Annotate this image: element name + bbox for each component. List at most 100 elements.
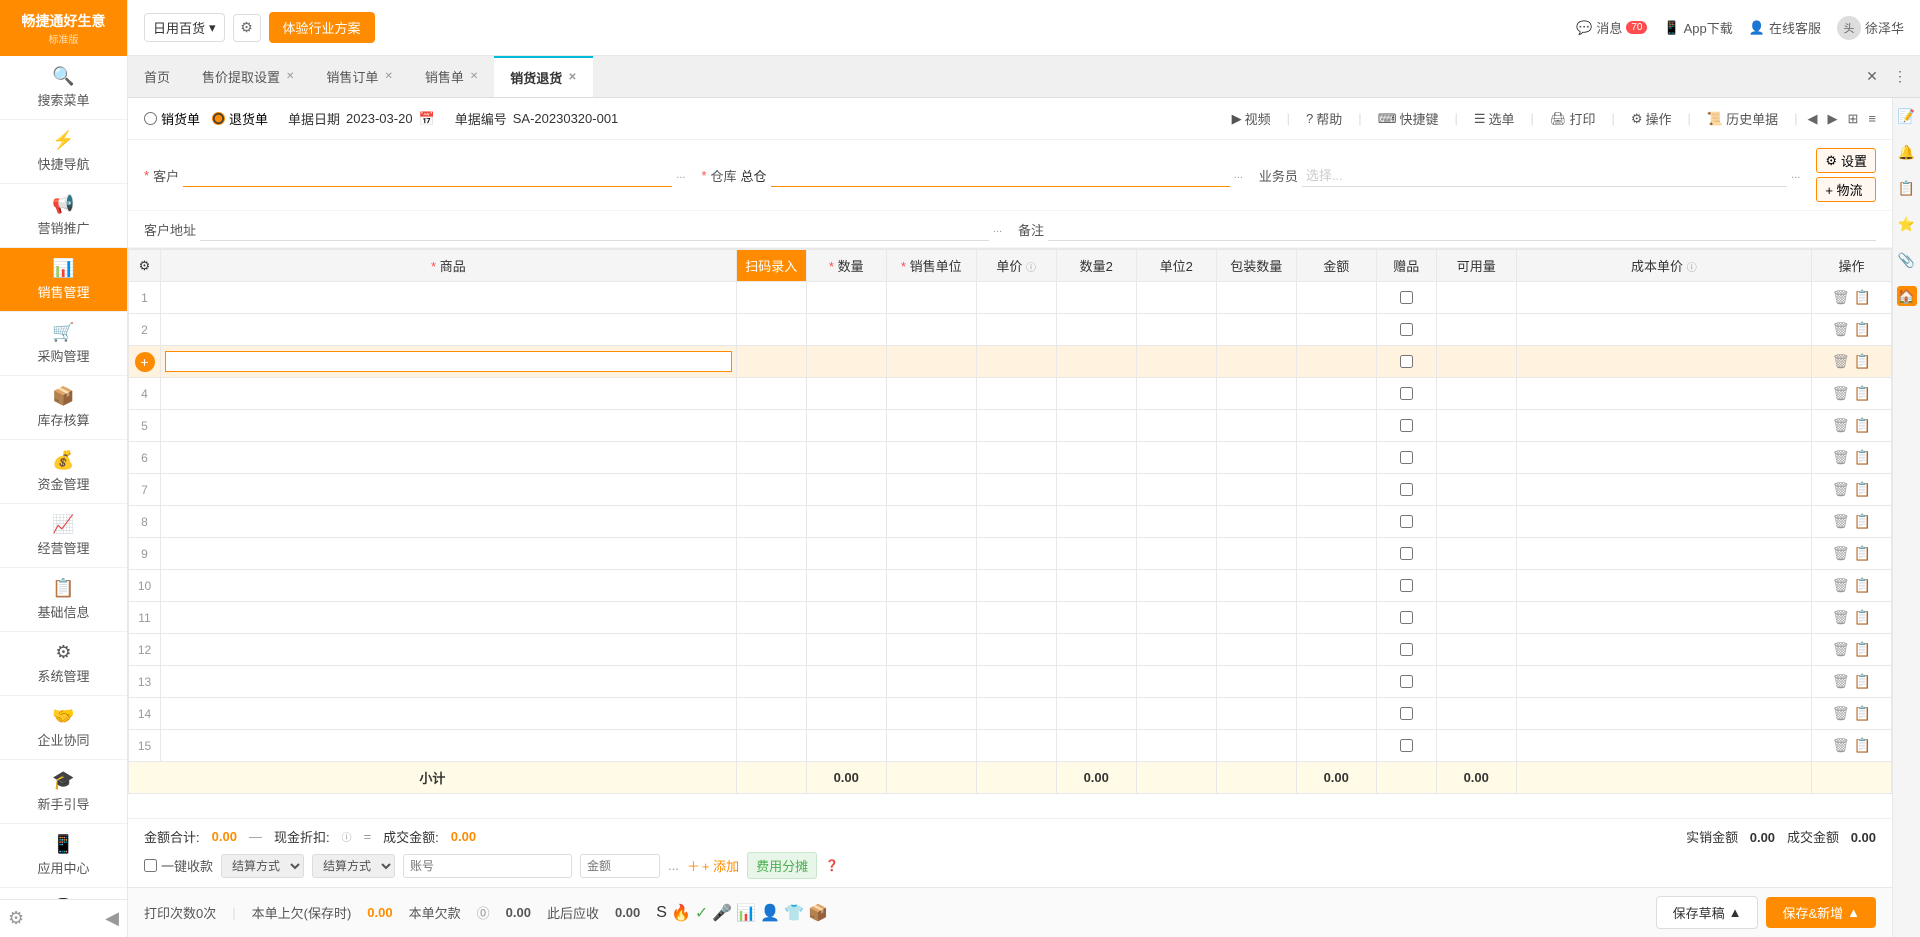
delete-row-icon[interactable]: 🗑 <box>1832 289 1850 306</box>
sales-unit-cell[interactable] <box>886 410 976 442</box>
unit-price-cell[interactable] <box>976 634 1056 666</box>
sidebar-item-wechat[interactable]: 💬 企业微信 <box>0 888 127 899</box>
qty-cell[interactable] <box>806 410 886 442</box>
qty-cell[interactable] <box>806 602 886 634</box>
pack-qty-cell[interactable] <box>1216 282 1296 314</box>
amount-cell[interactable] <box>1296 442 1376 474</box>
video-btn[interactable]: ▶ 视频 <box>1226 106 1277 131</box>
gift-cell[interactable] <box>1376 666 1436 698</box>
unit-price-cell[interactable] <box>976 346 1056 378</box>
product-cell[interactable] <box>161 634 737 666</box>
pack-qty-cell[interactable] <box>1216 442 1296 474</box>
right-panel-list-icon[interactable]: 📋 <box>1897 178 1917 198</box>
copy-row-icon[interactable]: 📋 <box>1854 705 1871 722</box>
pack-qty-cell[interactable] <box>1216 474 1296 506</box>
gift-cell[interactable] <box>1376 634 1436 666</box>
copy-row-icon[interactable]: 📋 <box>1854 449 1871 466</box>
pack-qty-cell[interactable] <box>1216 698 1296 730</box>
one-key-collect-checkbox[interactable]: 一键收款 <box>144 856 213 875</box>
col-scan-header[interactable]: 扫码录入 <box>736 250 806 282</box>
settings-btn[interactable]: ⚙ 设置 <box>1816 148 1876 173</box>
cash-discount-info-icon[interactable]: ⓘ <box>342 829 352 844</box>
product-cell[interactable] <box>161 666 737 698</box>
amount-cell[interactable] <box>1296 602 1376 634</box>
qty2-cell[interactable] <box>1056 506 1136 538</box>
qty2-cell[interactable] <box>1056 730 1136 762</box>
unit-price-cell[interactable] <box>976 378 1056 410</box>
sidebar-item-purchase[interactable]: 🛒 采购管理 <box>0 312 127 376</box>
qty-cell[interactable] <box>806 506 886 538</box>
qty-cell[interactable] <box>806 314 886 346</box>
product-cell[interactable] <box>161 698 737 730</box>
box-icon[interactable]: 📦 <box>808 903 828 923</box>
pack-qty-cell[interactable] <box>1216 602 1296 634</box>
sales-unit-cell[interactable] <box>886 282 976 314</box>
history-btn[interactable]: 📜 历史单据 <box>1701 106 1784 131</box>
unit2-cell[interactable] <box>1136 698 1216 730</box>
qty2-cell[interactable] <box>1056 410 1136 442</box>
gift-cell[interactable] <box>1376 602 1436 634</box>
delete-row-icon[interactable]: 🗑 <box>1832 673 1850 690</box>
copy-row-icon[interactable]: 📋 <box>1854 289 1871 306</box>
tab-price-setting-close[interactable]: ✕ <box>286 71 294 82</box>
sales-unit-cell[interactable] <box>886 730 976 762</box>
sidebar-collapse-icon[interactable]: ◀ <box>105 908 119 929</box>
sidebar-item-enterprise[interactable]: 🤝 企业协同 <box>0 696 127 760</box>
radio-return[interactable]: 退货单 <box>212 109 268 128</box>
pack-qty-cell[interactable] <box>1216 346 1296 378</box>
amount-cell[interactable] <box>1296 634 1376 666</box>
gift-cell[interactable] <box>1376 474 1436 506</box>
copy-row-icon[interactable]: 📋 <box>1854 641 1871 658</box>
unit-price-cell[interactable] <box>976 538 1056 570</box>
right-panel-clip-icon[interactable]: 📎 <box>1897 250 1917 270</box>
product-cell[interactable] <box>161 410 737 442</box>
delete-row-icon[interactable]: 🗑 <box>1832 353 1850 370</box>
amount-cell[interactable] <box>1296 282 1376 314</box>
help-circle-icon[interactable]: ❓ <box>825 859 839 872</box>
product-cell[interactable] <box>161 538 737 570</box>
unit2-cell[interactable] <box>1136 538 1216 570</box>
customer-addr-ellipsis[interactable]: ... <box>993 223 1002 235</box>
warehouse-ellipsis[interactable]: ... <box>1234 169 1243 181</box>
qty-cell[interactable] <box>806 634 886 666</box>
add-payment-btn[interactable]: ＋ + 添加 <box>687 856 739 875</box>
pack-qty-cell[interactable] <box>1216 410 1296 442</box>
copy-row-icon[interactable]: 📋 <box>1854 513 1871 530</box>
radio-sales[interactable]: 销货单 <box>144 109 200 128</box>
delete-row-icon[interactable]: 🗑 <box>1832 609 1850 626</box>
product-cell[interactable] <box>161 282 737 314</box>
right-panel-bell-icon[interactable]: 🔔 <box>1897 142 1917 162</box>
qty2-cell[interactable] <box>1056 346 1136 378</box>
product-cell[interactable] <box>161 378 737 410</box>
customer-input[interactable] <box>183 163 672 187</box>
unit2-cell[interactable] <box>1136 346 1216 378</box>
sales-unit-cell[interactable] <box>886 602 976 634</box>
gift-cell[interactable] <box>1376 570 1436 602</box>
product-cell[interactable] <box>161 474 737 506</box>
sales-unit-cell[interactable] <box>886 346 976 378</box>
qty2-cell[interactable] <box>1056 314 1136 346</box>
unit-price-cell[interactable] <box>976 666 1056 698</box>
qty-cell[interactable] <box>806 570 886 602</box>
pack-qty-cell[interactable] <box>1216 570 1296 602</box>
help-btn[interactable]: ? 帮助 <box>1300 106 1348 131</box>
gift-checkbox[interactable] <box>1400 483 1413 496</box>
qty-cell[interactable] <box>806 474 886 506</box>
copy-row-icon[interactable]: 📋 <box>1854 385 1871 402</box>
qty2-cell[interactable] <box>1056 538 1136 570</box>
add-row-btn[interactable]: + <box>135 352 155 372</box>
qty2-cell[interactable] <box>1056 666 1136 698</box>
gift-checkbox[interactable] <box>1400 419 1413 432</box>
product-cell[interactable] <box>161 346 737 378</box>
qty-cell[interactable] <box>806 378 886 410</box>
amount-cell[interactable] <box>1296 698 1376 730</box>
unit2-cell[interactable] <box>1136 474 1216 506</box>
unit-price-cell[interactable] <box>976 698 1056 730</box>
product-cell[interactable] <box>161 570 737 602</box>
unit2-cell[interactable] <box>1136 634 1216 666</box>
gift-checkbox[interactable] <box>1400 355 1413 368</box>
product-cell[interactable] <box>161 602 737 634</box>
unit2-cell[interactable] <box>1136 410 1216 442</box>
unit2-cell[interactable] <box>1136 282 1216 314</box>
warehouse-input[interactable] <box>771 163 1230 187</box>
